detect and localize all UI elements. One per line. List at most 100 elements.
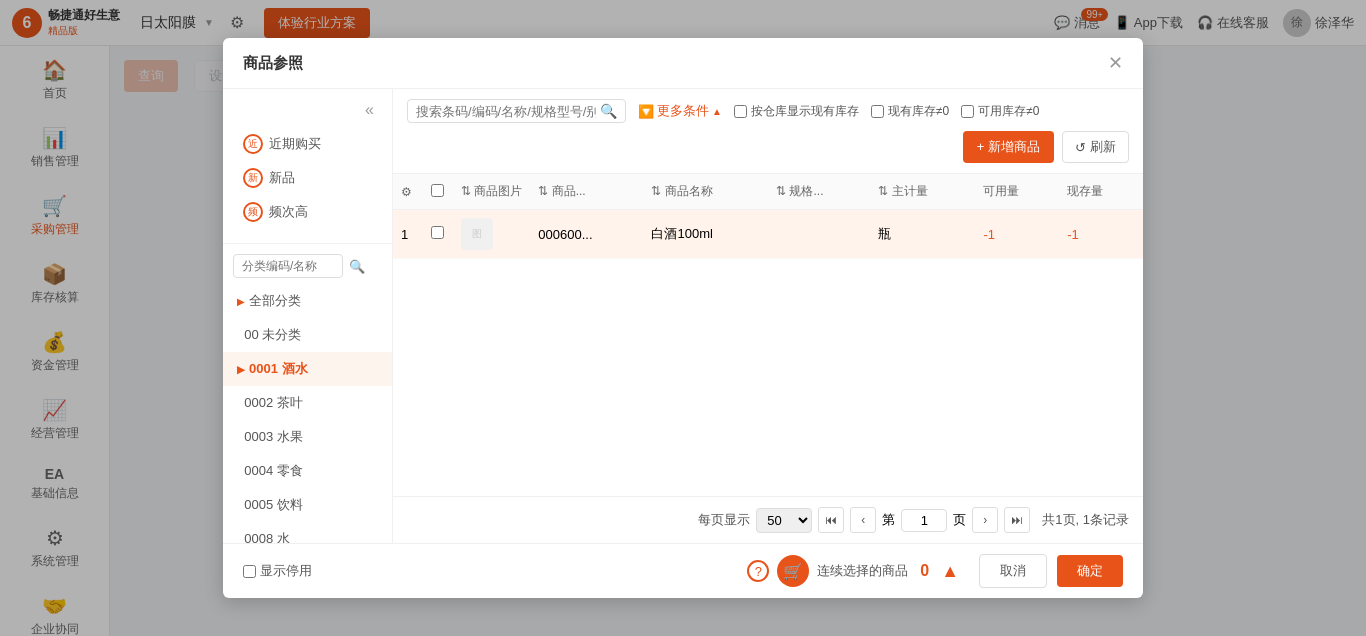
collapse-panel-button[interactable]: «	[365, 101, 374, 119]
th-unit: ⇅ 主计量	[870, 174, 975, 210]
goods-search-icon[interactable]: 🔍	[600, 103, 617, 119]
table-header-row: ⚙ ⇅ 商品图片 ⇅ 商品...	[393, 174, 1143, 210]
goods-table: ⚙ ⇅ 商品图片 ⇅ 商品...	[393, 174, 1143, 259]
cat-item-0008[interactable]: 0008 水	[223, 522, 392, 543]
cat-item-0002[interactable]: 0002 茶叶	[223, 386, 392, 420]
prev-page-button[interactable]: ‹	[850, 507, 876, 533]
quick-access-section: « 近 近期购买 新 新品 频 频次高	[223, 99, 392, 239]
cb-nonzero-available[interactable]: 可用库存≠0	[961, 103, 1039, 120]
cat-item-0003[interactable]: 0003 水果	[223, 420, 392, 454]
chevron-up-icon: ▲	[712, 106, 722, 117]
modal-overlay: 商品参照 ✕ « 近 近期购买 新 新品	[0, 0, 1366, 636]
last-page-button[interactable]: ⏭	[1004, 507, 1030, 533]
th-available: 可用量	[975, 174, 1059, 210]
modal-close-button[interactable]: ✕	[1108, 52, 1123, 74]
cart-icon: 🛒	[777, 555, 809, 587]
quick-item-frequent[interactable]: 频 频次高	[233, 195, 382, 229]
cb-warehouse-stock-input[interactable]	[734, 105, 747, 118]
collapse-cart-button[interactable]: ▲	[941, 561, 959, 582]
sort-spec-icon[interactable]: ⇅	[776, 184, 786, 198]
th-code: ⇅ 商品...	[530, 174, 643, 210]
page-number-input[interactable]	[901, 509, 947, 532]
frequent-icon: 频	[243, 202, 263, 222]
goods-search-wrap: 🔍	[407, 99, 626, 123]
row-checkbox-cell[interactable]	[423, 210, 453, 259]
expand-all-icon: ▶	[237, 296, 245, 307]
row-available: -1	[975, 210, 1059, 259]
th-checkbox	[423, 174, 453, 210]
sort-unit-icon[interactable]: ⇅	[878, 184, 888, 198]
modal-right-panel: 🔍 🔽 更多条件 ▲ 按仓库显示现有库存	[393, 89, 1143, 543]
per-page-select[interactable]: 50 20 100	[756, 508, 812, 533]
goods-image: 图	[461, 218, 493, 250]
cb-warehouse-stock[interactable]: 按仓库显示现有库存	[734, 103, 859, 120]
refresh-button[interactable]: ↺ 刷新	[1062, 131, 1129, 163]
next-page-button[interactable]: ›	[972, 507, 998, 533]
select-all-checkbox[interactable]	[431, 184, 444, 197]
filter-checkboxes: 按仓库显示现有库存 现有库存≠0 可用库存≠0	[734, 103, 1040, 120]
th-settings[interactable]: ⚙	[393, 174, 423, 210]
goods-table-wrap: ⚙ ⇅ 商品图片 ⇅ 商品...	[393, 174, 1143, 496]
row-code: 000600...	[530, 210, 643, 259]
cart-label: 连续选择的商品	[817, 562, 908, 580]
row-unit: 瓶	[870, 210, 975, 259]
more-filter-button[interactable]: 🔽 更多条件 ▲	[638, 102, 722, 120]
toolbar-right-actions: + 新增商品 ↺ 刷新	[963, 131, 1129, 163]
modal-title: 商品参照	[243, 54, 303, 73]
filter-icon: 🔽	[638, 104, 654, 119]
row-name: 白酒100ml	[643, 210, 768, 259]
th-image: ⇅ 商品图片	[453, 174, 530, 210]
cat-item-0004[interactable]: 0004 零食	[223, 454, 392, 488]
cancel-button[interactable]: 取消	[979, 554, 1047, 588]
th-stock: 现存量	[1059, 174, 1143, 210]
row-stock: -1	[1059, 210, 1143, 259]
show-disabled-checkbox-label[interactable]: 显示停用	[243, 562, 312, 580]
per-page-label: 每页显示	[698, 511, 750, 529]
new-icon: 新	[243, 168, 263, 188]
category-list: ▶ 全部分类 00 未分类 ▶ 0001 酒水 0002 茶叶 00	[223, 284, 392, 543]
category-search-icon[interactable]: 🔍	[349, 259, 365, 274]
goods-reference-modal: 商品参照 ✕ « 近 近期购买 新 新品	[223, 38, 1143, 598]
footer-cart-area: ? 🛒 连续选择的商品 0 ▲	[747, 555, 959, 587]
row-image-cell: 图	[453, 210, 530, 259]
modal-toolbar: 🔍 🔽 更多条件 ▲ 按仓库显示现有库存	[393, 89, 1143, 174]
row-checkbox[interactable]	[431, 226, 444, 239]
sort-image-icon: ⇅	[461, 184, 471, 198]
sort-name-icon[interactable]: ⇅	[651, 184, 661, 198]
modal-body: « 近 近期购买 新 新品 频 频次高	[223, 89, 1143, 543]
pagination-bar: 每页显示 50 20 100 ⏮ ‹ 第 页 › ⏭ 共1页, 1条记录	[393, 496, 1143, 543]
row-num: 1	[393, 210, 423, 259]
modal-footer: 显示停用 ? 🛒 连续选择的商品 0 ▲ 取消 确定	[223, 543, 1143, 598]
cat-item-0005[interactable]: 0005 饮料	[223, 488, 392, 522]
cb-nonzero-stock[interactable]: 现有库存≠0	[871, 103, 949, 120]
cb-nonzero-available-input[interactable]	[961, 105, 974, 118]
add-goods-button[interactable]: + 新增商品	[963, 131, 1054, 163]
modal-header: 商品参照 ✕	[223, 38, 1143, 89]
category-search-input[interactable]	[233, 254, 343, 278]
modal-left-panel: « 近 近期购买 新 新品 频 频次高	[223, 89, 393, 543]
table-row[interactable]: 1 图 000600... 白酒100ml 瓶 -1 -1	[393, 210, 1143, 259]
cat-item-all[interactable]: ▶ 全部分类	[223, 284, 392, 318]
quick-item-recent[interactable]: 近 近期购买	[233, 127, 382, 161]
cat-item-00[interactable]: 00 未分类	[223, 318, 392, 352]
recent-icon: 近	[243, 134, 263, 154]
page-label: 第	[882, 511, 895, 529]
cb-nonzero-stock-input[interactable]	[871, 105, 884, 118]
cat-item-0001[interactable]: ▶ 0001 酒水	[223, 352, 392, 386]
refresh-icon: ↺	[1075, 140, 1086, 155]
goods-search-input[interactable]	[416, 104, 596, 119]
row-spec	[768, 210, 870, 259]
confirm-button[interactable]: 确定	[1057, 555, 1123, 587]
cart-count: 0	[920, 562, 929, 580]
th-spec: ⇅ 规格...	[768, 174, 870, 210]
show-disabled-checkbox[interactable]	[243, 565, 256, 578]
quick-item-new[interactable]: 新 新品	[233, 161, 382, 195]
first-page-button[interactable]: ⏮	[818, 507, 844, 533]
total-info: 共1页, 1条记录	[1042, 511, 1129, 529]
sort-code-icon[interactable]: ⇅	[538, 184, 548, 198]
expand-0001-icon: ▶	[237, 364, 245, 375]
help-icon[interactable]: ?	[747, 560, 769, 582]
category-search-row: 🔍	[223, 248, 392, 284]
page-suffix: 页	[953, 511, 966, 529]
th-name: ⇅ 商品名称	[643, 174, 768, 210]
